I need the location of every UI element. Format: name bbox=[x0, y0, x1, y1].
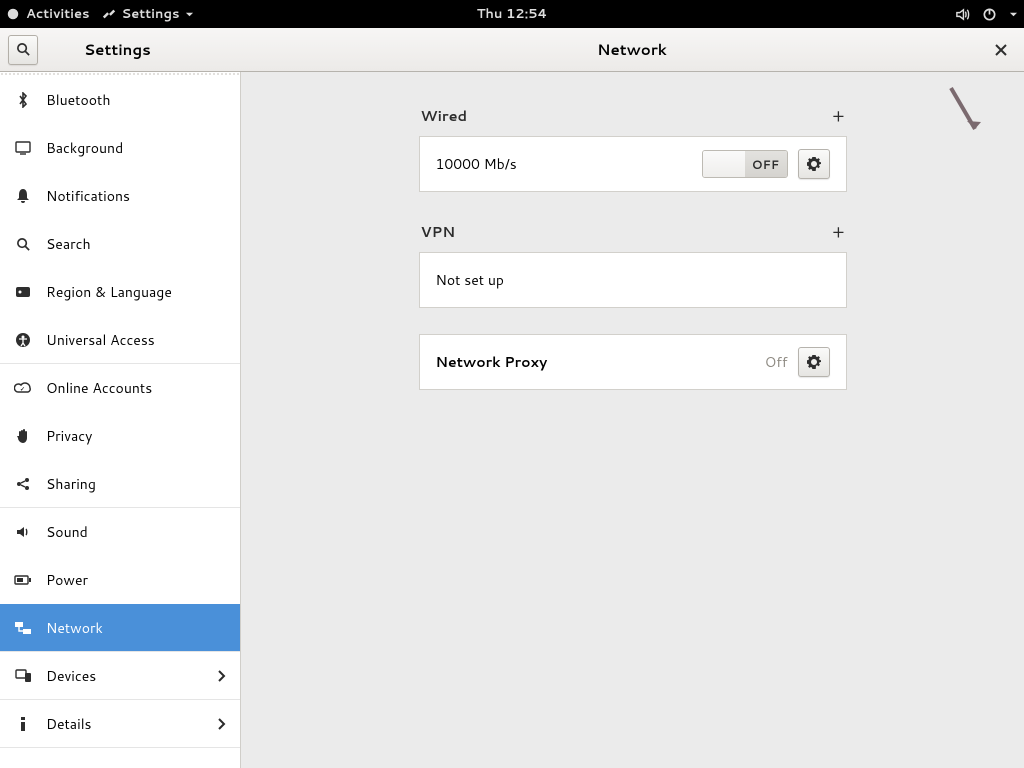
sidebar-item-search[interactable]: Search bbox=[0, 220, 240, 268]
sidebar[interactable]: Bluetooth Background Notifications Searc… bbox=[0, 72, 241, 768]
toggle-off-label: OFF bbox=[745, 151, 787, 177]
wired-toggle[interactable]: OFF bbox=[702, 150, 788, 178]
page-title: Network bbox=[597, 39, 667, 60]
search-button[interactable] bbox=[8, 35, 38, 65]
sidebar-item-network[interactable]: Network bbox=[0, 604, 240, 652]
vpn-section: VPN + Not set up bbox=[419, 218, 847, 308]
sidebar-item-label: Universal Access bbox=[46, 330, 155, 350]
clock[interactable]: Thu 12:54 bbox=[477, 5, 548, 23]
vpn-header: VPN bbox=[421, 221, 456, 242]
sidebar-item-notifications[interactable]: Notifications bbox=[0, 172, 240, 220]
chevron-down-icon bbox=[185, 10, 194, 19]
power-icon[interactable] bbox=[982, 7, 997, 22]
wired-connection-row: 10000 Mb/s OFF bbox=[420, 137, 846, 191]
sidebar-item-devices[interactable]: Devices bbox=[0, 652, 240, 700]
close-button[interactable] bbox=[988, 37, 1014, 63]
sidebar-item-label: Background bbox=[46, 138, 123, 158]
add-wired-button[interactable]: + bbox=[832, 102, 844, 128]
svg-text:✓: ✓ bbox=[20, 384, 25, 393]
sidebar-item-label: Bluetooth bbox=[46, 90, 110, 110]
gnome-foot-icon bbox=[6, 7, 20, 21]
bluetooth-icon bbox=[14, 91, 32, 109]
annotation-arrow-icon bbox=[947, 84, 987, 144]
sidebar-item-region[interactable]: Region & Language bbox=[0, 268, 240, 316]
wired-header: Wired bbox=[421, 105, 468, 126]
vpn-status: Not set up bbox=[436, 270, 504, 290]
tools-icon bbox=[102, 7, 116, 21]
wired-speed: 10000 Mb/s bbox=[436, 154, 517, 174]
sidebar-item-label: Notifications bbox=[46, 186, 130, 206]
proxy-settings-button[interactable] bbox=[798, 347, 830, 377]
sidebar-item-details[interactable]: Details bbox=[0, 700, 240, 748]
main-content: Wired + 10000 Mb/s OFF bbox=[241, 72, 1024, 768]
sidebar-item-label: Sharing bbox=[46, 474, 96, 494]
sidebar-item-label: Power bbox=[46, 570, 88, 590]
battery-icon bbox=[14, 571, 32, 589]
proxy-row[interactable]: Network Proxy Off bbox=[420, 335, 846, 389]
sidebar-item-label: Search bbox=[46, 234, 91, 254]
sidebar-item-universal-access[interactable]: Universal Access bbox=[0, 316, 240, 364]
proxy-section: Network Proxy Off bbox=[419, 334, 847, 390]
sidebar-item-label: Network bbox=[46, 618, 103, 638]
network-icon bbox=[14, 619, 32, 637]
wired-settings-button[interactable] bbox=[798, 149, 830, 179]
chevron-down-icon[interactable] bbox=[1009, 10, 1018, 19]
sidebar-item-power[interactable]: Power bbox=[0, 556, 240, 604]
globe-icon bbox=[14, 283, 32, 301]
sidebar-item-label: Privacy bbox=[46, 426, 92, 446]
info-icon bbox=[14, 715, 32, 733]
gear-icon bbox=[806, 354, 822, 370]
sidebar-item-label: Online Accounts bbox=[46, 378, 152, 398]
gear-icon bbox=[806, 156, 822, 172]
hand-icon bbox=[14, 427, 32, 445]
share-icon bbox=[14, 475, 32, 493]
devices-icon bbox=[14, 667, 32, 685]
wired-section: Wired + 10000 Mb/s OFF bbox=[419, 102, 847, 192]
volume-icon[interactable] bbox=[955, 7, 970, 22]
sidebar-item-background[interactable]: Background bbox=[0, 124, 240, 172]
search-icon bbox=[14, 235, 32, 253]
sidebar-item-sharing[interactable]: Sharing bbox=[0, 460, 240, 508]
sidebar-item-label: Region & Language bbox=[46, 282, 172, 302]
search-icon bbox=[16, 42, 31, 57]
chevron-right-icon bbox=[217, 670, 226, 682]
top-settings-label: Settings bbox=[122, 5, 180, 23]
sidebar-item-label: Sound bbox=[46, 522, 88, 542]
close-icon bbox=[995, 44, 1007, 56]
top-settings-menu[interactable]: Settings bbox=[102, 5, 195, 23]
proxy-status: Off bbox=[765, 352, 788, 372]
sidebar-title: Settings bbox=[84, 39, 151, 60]
sidebar-item-bluetooth[interactable]: Bluetooth bbox=[0, 76, 240, 124]
top-bar: Activities Settings Thu 12:54 bbox=[0, 0, 1024, 28]
sidebar-item-sound[interactable]: Sound bbox=[0, 508, 240, 556]
activities-label: Activities bbox=[26, 5, 90, 23]
display-icon bbox=[14, 139, 32, 157]
add-vpn-button[interactable]: + bbox=[832, 218, 844, 244]
volume-icon bbox=[14, 523, 32, 541]
sidebar-item-privacy[interactable]: Privacy bbox=[0, 412, 240, 460]
vpn-row: Not set up bbox=[420, 253, 846, 307]
activities-button[interactable]: Activities bbox=[6, 5, 90, 23]
sidebar-item-label: Details bbox=[46, 714, 92, 734]
chevron-right-icon bbox=[217, 718, 226, 730]
proxy-label: Network Proxy bbox=[436, 352, 548, 372]
cloud-icon: ✓ bbox=[14, 379, 32, 397]
accessibility-icon bbox=[14, 331, 32, 349]
bell-icon bbox=[14, 187, 32, 205]
header-bar: Settings Network bbox=[0, 28, 1024, 72]
sidebar-item-online-accounts[interactable]: ✓ Online Accounts bbox=[0, 364, 240, 412]
sidebar-item-label: Devices bbox=[46, 666, 96, 686]
